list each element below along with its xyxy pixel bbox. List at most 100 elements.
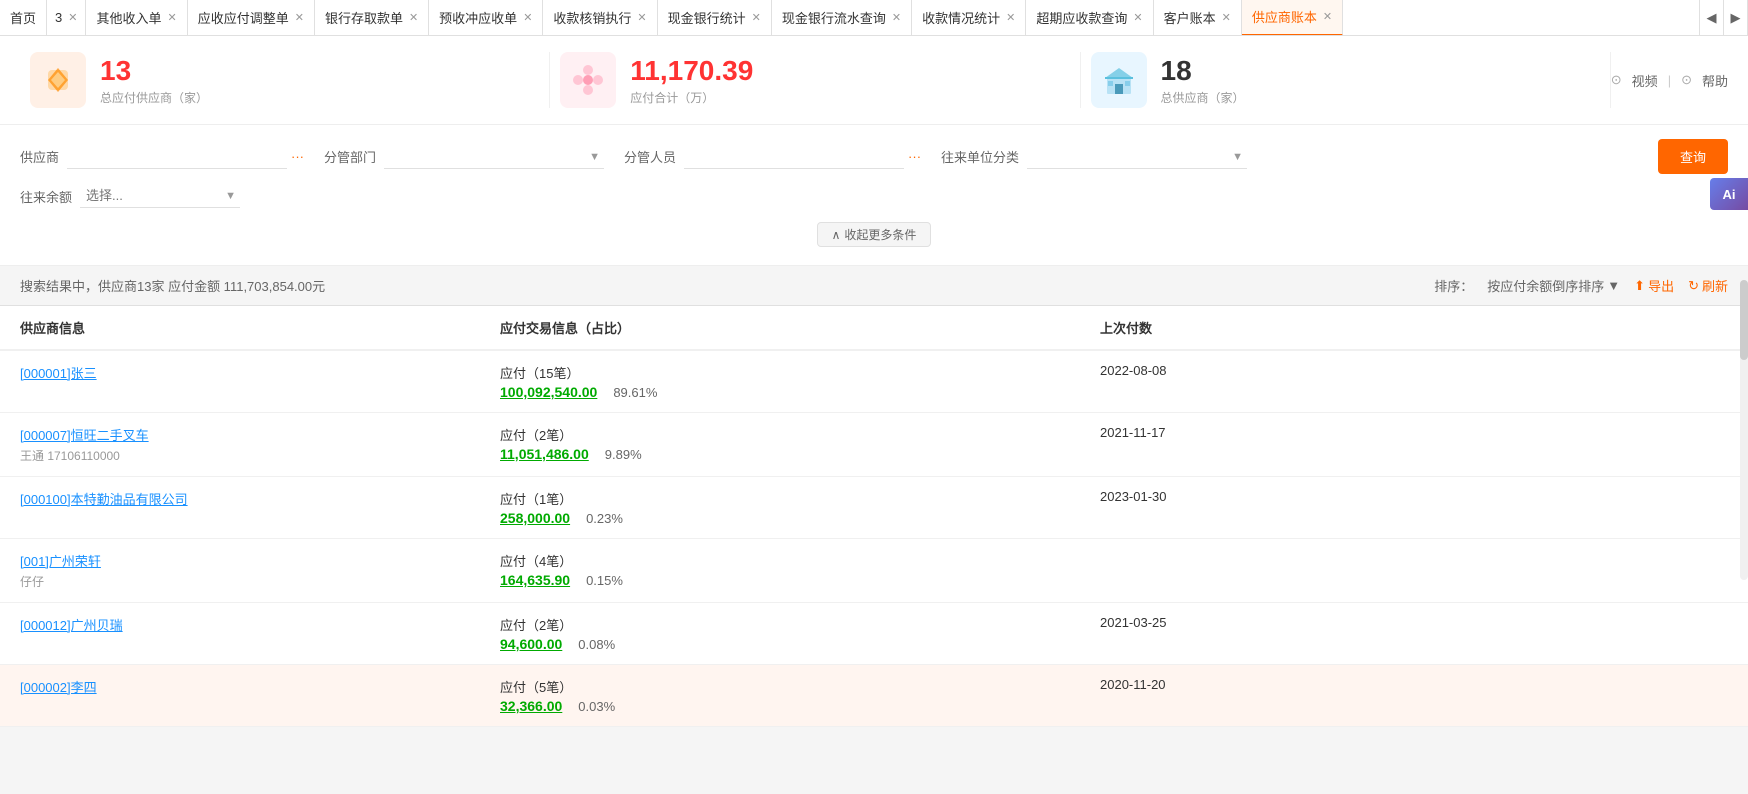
table-row[interactable]: [000012]广州贝瑞 应付（2笔） 94,600.00 0.08% 2021… <box>0 603 1748 665</box>
nav-tab-collection-close[interactable]: ✕ <box>637 11 646 24</box>
nav-tab-other-income-label: 其他收入单 <box>96 8 161 27</box>
last-pay-cell: 2022-08-08 <box>1100 363 1728 378</box>
sort-arrow-icon: ▼ <box>1607 278 1620 293</box>
nav-tab-other-income[interactable]: 其他收入单 ✕ <box>86 0 187 36</box>
nav-tab-collection-stat-close[interactable]: ✕ <box>1006 11 1015 24</box>
nav-tab-adjustment-close[interactable]: ✕ <box>295 11 304 24</box>
supplier-info-cell: [000007]恒旺二手叉车 王通 17106110000 <box>20 425 500 464</box>
nav-tab-collection-stat[interactable]: 收款情况统计 ✕ <box>912 0 1026 36</box>
supplier-name-link[interactable]: [000007]恒旺二手叉车 <box>20 425 500 444</box>
supplier-input[interactable] <box>67 145 287 169</box>
nav-tab-cash-flow[interactable]: 现金银行流水查询 ✕ <box>772 0 912 36</box>
dept-dropdown: ▼ <box>384 145 604 169</box>
supplier-name-link[interactable]: [000001]张三 <box>20 363 500 382</box>
filter-dept: 分管部门 ▼ <box>324 145 604 169</box>
tx-amount[interactable]: 258,000.00 <box>500 510 570 526</box>
nav-tab-cash-stat[interactable]: 现金银行统计 ✕ <box>658 0 772 36</box>
nav-left-arrow[interactable]: ◀ <box>1700 0 1724 36</box>
supplier-name-link[interactable]: [000012]广州贝瑞 <box>20 615 500 634</box>
supplier-name-link[interactable]: [000002]李四 <box>20 677 500 696</box>
transaction-details: 应付（2笔） 94,600.00 0.08% <box>500 615 1100 652</box>
filter-balance: 往来余额 ▼ <box>20 184 240 208</box>
table-row[interactable]: [000002]李四 应付（5笔） 32,366.00 0.03% 2020-1… <box>0 665 1748 727</box>
nav-tab-cash-stat-close[interactable]: ✕ <box>752 11 761 24</box>
nav-tab-3[interactable]: 3 ✕ <box>47 0 86 36</box>
nav-tab-home[interactable]: 首页 <box>0 0 47 36</box>
table-row[interactable]: [000001]张三 应付（15笔） 100,092,540.00 89.61%… <box>0 351 1748 413</box>
col-header-supplier: 供应商信息 <box>20 318 500 337</box>
col-header-transaction: 应付交易信息（占比） <box>500 318 1100 337</box>
help-link[interactable]: 帮助 <box>1702 71 1728 90</box>
nav-tab-overdue-close[interactable]: ✕ <box>1133 11 1142 24</box>
tx-amount[interactable]: 32,366.00 <box>500 698 562 714</box>
supplier-name-link[interactable]: [001]广州荣轩 <box>20 551 500 570</box>
supplier-table: 供应商信息 应付交易信息（占比） 上次付数 [000001]张三 应付（15笔）… <box>0 306 1748 727</box>
nav-tab-customer-ledger-close[interactable]: ✕ <box>1222 11 1231 24</box>
tx-percent: 89.61% <box>613 385 657 400</box>
export-button[interactable]: ⬆ 导出 <box>1634 276 1674 295</box>
supplier-info-cell: [000012]广州贝瑞 <box>20 615 500 634</box>
filter-person: 分管人员 ··· <box>624 145 921 169</box>
nav-tab-prepay-close[interactable]: ✕ <box>523 11 532 24</box>
nav-tab-customer-ledger[interactable]: 客户账本 ✕ <box>1154 0 1242 36</box>
table-row[interactable]: [000007]恒旺二手叉车 王通 17106110000 应付（2笔） 11,… <box>0 413 1748 477</box>
nav-tab-supplier-ledger-close[interactable]: ✕ <box>1323 10 1332 23</box>
transaction-details: 应付（2笔） 11,051,486.00 9.89% <box>500 425 1100 462</box>
nav-tab-3-label: 3 <box>55 10 62 25</box>
nav-tab-other-income-close[interactable]: ✕ <box>167 11 176 24</box>
summary-item-total-payable: 11,170.39 应付合计（万） <box>550 52 1080 108</box>
person-dots-btn[interactable]: ··· <box>908 149 921 164</box>
refresh-button[interactable]: ↻ 刷新 <box>1688 276 1728 295</box>
transaction-info-cell: 应付（1笔） 258,000.00 0.23% <box>500 489 1100 526</box>
sort-button[interactable]: 按应付余额倒序排序 ▼ <box>1487 276 1620 295</box>
tx-amount[interactable]: 94,600.00 <box>500 636 562 652</box>
category-input[interactable] <box>1027 145 1247 169</box>
tx-row: 94,600.00 0.08% <box>500 636 1100 652</box>
nav-tab-customer-ledger-label: 客户账本 <box>1164 8 1216 27</box>
supplier-name-link[interactable]: [000100]本特勤油品有限公司 <box>20 489 500 508</box>
nav-right-arrow[interactable]: ▶ <box>1724 0 1748 36</box>
query-button[interactable]: 查询 <box>1658 139 1728 174</box>
nav-tab-3-close[interactable]: ✕ <box>68 11 77 24</box>
nav-tab-adjustment[interactable]: 应收应付调整单 ✕ <box>188 0 315 36</box>
transaction-details: 应付（15笔） 100,092,540.00 89.61% <box>500 363 1100 400</box>
supplier-info-cell: [001]广州荣轩 仔仔 <box>20 551 500 590</box>
tx-amount[interactable]: 164,635.90 <box>500 572 570 588</box>
tx-label: 应付（4笔） <box>500 551 1100 570</box>
nav-tab-collection[interactable]: 收款核销执行 ✕ <box>543 0 657 36</box>
nav-tab-prepay[interactable]: 预收冲应收单 ✕ <box>429 0 543 36</box>
scrollbar[interactable] <box>1740 280 1748 580</box>
top-navigation: 首页 3 ✕ 其他收入单 ✕ 应收应付调整单 ✕ 银行存取款单 ✕ 预收冲应收单… <box>0 0 1748 36</box>
sort-label: 排序： <box>1434 276 1473 295</box>
supplier-dots-btn[interactable]: ··· <box>291 149 304 164</box>
nav-tab-cash-flow-close[interactable]: ✕ <box>892 11 901 24</box>
summary-text-total-payable: 11,170.39 应付合计（万） <box>630 54 753 107</box>
transaction-details: 应付（5笔） 32,366.00 0.03% <box>500 677 1100 714</box>
total-payable-label: 应付合计（万） <box>630 89 753 106</box>
table-body: [000001]张三 应付（15笔） 100,092,540.00 89.61%… <box>0 351 1748 727</box>
summary-text-total-suppliers: 18 总供应商（家） <box>1161 54 1245 107</box>
video-link[interactable]: 视频 <box>1632 71 1658 90</box>
nav-tab-overdue[interactable]: 超期应收款查询 ✕ <box>1026 0 1153 36</box>
scrollbar-thumb[interactable] <box>1740 280 1748 360</box>
tx-percent: 0.15% <box>586 573 623 588</box>
tx-row: 164,635.90 0.15% <box>500 572 1100 588</box>
nav-tab-supplier-ledger[interactable]: 供应商账本 ✕ <box>1242 0 1343 36</box>
dept-input[interactable] <box>384 145 604 169</box>
nav-tab-bank-close[interactable]: ✕ <box>409 11 418 24</box>
category-dropdown: ▼ <box>1027 145 1247 169</box>
summary-text-payable: 13 总应付供应商（家） <box>100 54 208 107</box>
ai-button[interactable]: Ai <box>1710 178 1748 210</box>
collapse-button[interactable]: ∧ 收起更多条件 <box>817 222 932 247</box>
summary-help-links: ⊙ 视频 | ⊙ 帮助 <box>1611 71 1728 90</box>
nav-tab-bank[interactable]: 银行存取款单 ✕ <box>315 0 429 36</box>
tx-amount[interactable]: 100,092,540.00 <box>500 384 597 400</box>
tx-amount[interactable]: 11,051,486.00 <box>500 446 589 462</box>
transaction-info-cell: 应付（2笔） 94,600.00 0.08% <box>500 615 1100 652</box>
export-label: 导出 <box>1648 276 1674 295</box>
person-input[interactable] <box>684 145 904 169</box>
table-row[interactable]: [001]广州荣轩 仔仔 应付（4笔） 164,635.90 0.15% <box>0 539 1748 603</box>
table-row[interactable]: [000100]本特勤油品有限公司 应付（1笔） 258,000.00 0.23… <box>0 477 1748 539</box>
balance-input[interactable] <box>80 184 240 208</box>
total-suppliers-label: 总供应商（家） <box>1161 89 1245 106</box>
